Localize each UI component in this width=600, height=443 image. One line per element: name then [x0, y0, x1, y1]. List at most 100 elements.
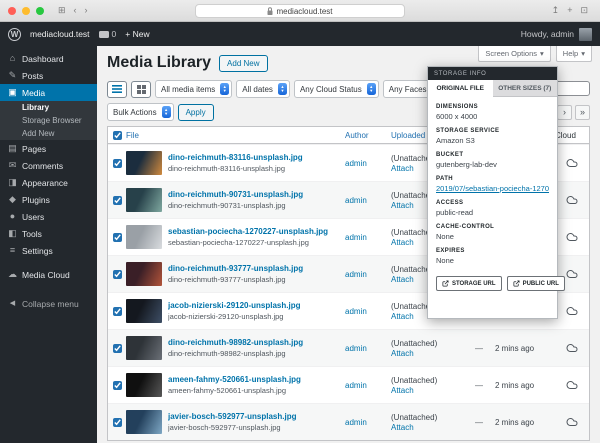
column-header-file[interactable]: File [126, 131, 345, 140]
row-checkbox[interactable] [113, 307, 122, 316]
sidebar-item-add-new[interactable]: Add New [0, 127, 97, 140]
bulk-actions-select[interactable]: Bulk Actions [107, 103, 174, 121]
file-title-link[interactable]: dino-reichmuth-93777-unsplash.jpg [168, 264, 303, 274]
author-link[interactable]: admin [345, 418, 391, 427]
tab-other-sizes[interactable]: OTHER SIZES (7) [493, 80, 558, 97]
new-tab-icon[interactable]: + [567, 6, 572, 15]
wordpress-logo-icon[interactable]: W [8, 28, 21, 41]
sidebar-item-tools[interactable]: ◧ Tools [0, 225, 97, 242]
author-link[interactable]: admin [345, 270, 391, 279]
sidebar-item-library[interactable]: Library [0, 101, 97, 114]
file-title-link[interactable]: javier-bosch-592977-unsplash.jpg [168, 412, 297, 422]
sidebar-item-posts[interactable]: ✎ Posts [0, 67, 97, 84]
file-title-link[interactable]: dino-reichmuth-98982-unsplash.jpg [168, 338, 303, 348]
author-link[interactable]: admin [345, 307, 391, 316]
media-type-filter[interactable]: All media items [155, 80, 232, 98]
date-filter[interactable]: All dates [236, 80, 290, 98]
forward-icon[interactable]: › [85, 6, 88, 15]
file-title-link[interactable]: sebastian-pociecha-1270227-unsplash.jpg [168, 227, 328, 237]
row-checkbox[interactable] [113, 381, 122, 390]
file-title-link[interactable]: dino-reichmuth-83116-unsplash.jpg [168, 153, 303, 163]
author-link[interactable]: admin [345, 381, 391, 390]
row-checkbox[interactable] [113, 344, 122, 353]
field-label: EXPIRES [436, 248, 549, 254]
howdy-link[interactable]: Howdy, admin [521, 29, 574, 39]
comments-indicator[interactable]: 0 [99, 29, 117, 39]
sidebar-item-media[interactable]: ▣ Media [0, 84, 97, 101]
screen-options-button[interactable]: Screen Options ▾ [478, 46, 550, 62]
add-new-button[interactable]: Add New [219, 55, 267, 72]
thumbnail[interactable] [126, 225, 162, 249]
author-link[interactable]: admin [345, 159, 391, 168]
attach-link[interactable]: Attach [391, 423, 463, 432]
close-window-button[interactable] [8, 7, 16, 15]
field-value[interactable]: 2019/07/sebastian-pociecha-1270227-u… [436, 184, 549, 193]
address-bar[interactable]: mediacloud.test [195, 4, 405, 18]
sidebar-item-users[interactable]: ● Users [0, 208, 97, 225]
author-link[interactable]: admin [345, 196, 391, 205]
thumbnail[interactable] [126, 299, 162, 323]
file-cell: jacob-nizierski-29120-unsplash.jpg jacob… [126, 299, 345, 323]
thumbnail[interactable] [126, 188, 162, 212]
chevron-down-icon: ▾ [540, 49, 544, 58]
list-view-button[interactable] [107, 81, 127, 98]
cloud-status-button[interactable] [555, 194, 589, 206]
sidebar-item-pages[interactable]: ▤ Pages [0, 140, 97, 157]
sidebar-item-plugins[interactable]: ◆ Plugins [0, 191, 97, 208]
sidebar-item-dashboard[interactable]: ⌂ Dashboard [0, 50, 97, 67]
field-label: PATH [436, 176, 549, 182]
sidebar-item-comments[interactable]: ✉ Comments [0, 157, 97, 174]
sidebar-item-collapse-menu[interactable]: ◀ Collapse menu [0, 295, 97, 312]
cloud-status-button[interactable] [555, 305, 589, 317]
site-name-link[interactable]: mediacloud.test [30, 29, 90, 39]
cloud-status-button[interactable] [555, 342, 589, 354]
field-label: STORAGE SERVICE [436, 128, 549, 134]
minimize-window-button[interactable] [22, 7, 30, 15]
row-checkbox[interactable] [113, 270, 122, 279]
grid-view-icon [137, 85, 146, 94]
next-page-button[interactable]: › [557, 105, 572, 120]
sidebar-item-settings[interactable]: ≡ Settings [0, 242, 97, 259]
storage-url-button[interactable]: STORAGE URL [436, 276, 502, 291]
cloud-status-button[interactable] [555, 231, 589, 243]
file-title-link[interactable]: dino-reichmuth-90731-unsplash.jpg [168, 190, 303, 200]
last-page-button[interactable]: » [575, 105, 590, 120]
file-title-link[interactable]: jacob-nizierski-29120-unsplash.jpg [168, 301, 300, 311]
zoom-window-button[interactable] [36, 7, 44, 15]
row-checkbox[interactable] [113, 196, 122, 205]
tab-original-file[interactable]: ORIGINAL FILE [428, 80, 493, 97]
thumbnail[interactable] [126, 262, 162, 286]
info-field: ACCESS public-read [436, 200, 549, 217]
apply-button[interactable]: Apply [178, 104, 214, 121]
share-icon[interactable]: ↥ [552, 6, 560, 15]
row-checkbox[interactable] [113, 159, 122, 168]
thumbnail[interactable] [126, 336, 162, 360]
tab-overview-icon[interactable]: ⊞ [58, 6, 66, 15]
author-link[interactable]: admin [345, 233, 391, 242]
new-content-menu[interactable]: + New [125, 29, 149, 39]
column-header-author[interactable]: Author [345, 131, 391, 140]
author-link[interactable]: admin [345, 344, 391, 353]
sidebar-item-appearance[interactable]: ◨ Appearance [0, 174, 97, 191]
help-button[interactable]: Help ▾ [556, 46, 592, 62]
thumbnail[interactable] [126, 410, 162, 434]
file-name: jacob-nizierski-29120-unsplash.jpg [168, 312, 300, 321]
row-checkbox[interactable] [113, 233, 122, 242]
cloud-status-filter[interactable]: Any Cloud Status [294, 80, 379, 98]
cloud-status-button[interactable] [555, 379, 589, 391]
cloud-status-button[interactable] [555, 157, 589, 169]
tabs-icon[interactable]: ⊡ [580, 6, 588, 15]
sidebar-item-storage-browser[interactable]: Storage Browser [0, 114, 97, 127]
back-icon[interactable]: ‹ [74, 6, 77, 15]
attach-link[interactable]: Attach [391, 349, 463, 358]
public-url-button[interactable]: PUBLIC URL [507, 276, 565, 291]
grid-view-button[interactable] [131, 81, 151, 98]
thumbnail[interactable] [126, 151, 162, 175]
thumbnail[interactable] [126, 373, 162, 397]
row-checkbox[interactable] [113, 418, 122, 427]
attach-link[interactable]: Attach [391, 386, 463, 395]
select-all-checkbox[interactable] [113, 131, 122, 140]
file-title-link[interactable]: ameen-fahmy-520661-unsplash.jpg [168, 375, 301, 385]
sidebar-item-media-cloud[interactable]: ☁ Media Cloud [0, 266, 97, 283]
cloud-status-button[interactable] [555, 416, 589, 428]
